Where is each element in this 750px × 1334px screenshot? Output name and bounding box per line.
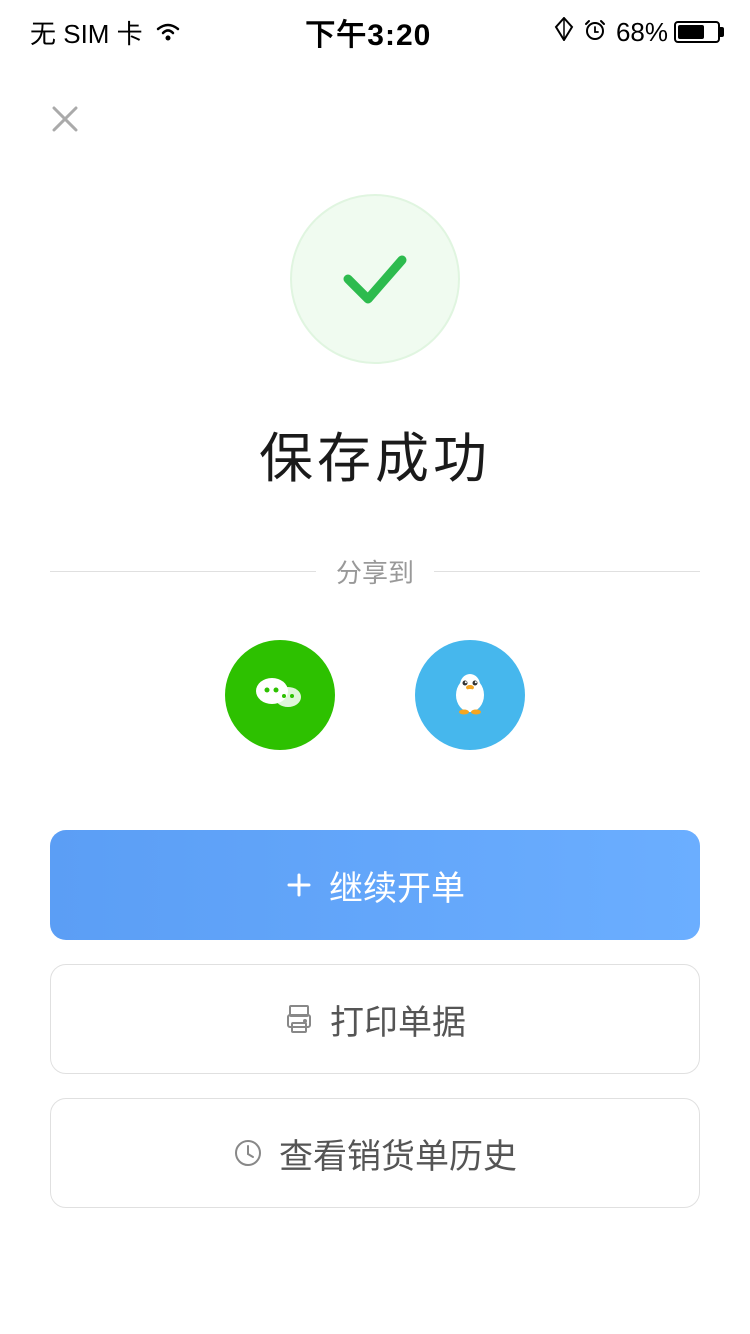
plus-icon <box>285 871 313 899</box>
main-content: 保存成功 分享到 <box>0 154 750 1268</box>
print-label: 打印单据 <box>330 995 466 1044</box>
status-right: 68% <box>554 17 720 48</box>
status-bar: 无 SIM 卡 下午3:20 68% <box>0 0 750 64</box>
divider-line-left <box>50 571 316 572</box>
location-icon <box>554 17 574 48</box>
success-checkmark-icon <box>330 232 420 327</box>
alarm-icon <box>584 17 606 48</box>
print-button[interactable]: 打印单据 <box>50 964 700 1074</box>
share-icons <box>50 640 700 750</box>
battery-percent: 68% <box>616 17 668 48</box>
history-label: 查看销货单历史 <box>279 1129 517 1178</box>
printer-icon <box>284 1004 314 1034</box>
share-qq-button[interactable] <box>415 640 525 750</box>
share-label: 分享到 <box>336 553 414 590</box>
share-divider: 分享到 <box>50 553 700 590</box>
share-section: 分享到 <box>50 553 700 750</box>
status-time: 下午3:20 <box>305 10 431 54</box>
history-button[interactable]: 查看销货单历史 <box>50 1098 700 1208</box>
carrier-label: 无 SIM 卡 <box>30 14 143 51</box>
buttons-section: 继续开单 打印单据 查看销货单 <box>50 830 700 1208</box>
share-wechat-button[interactable] <box>225 640 335 750</box>
wechat-icon <box>248 663 312 727</box>
battery: 68% <box>616 17 720 48</box>
clock-icon <box>233 1138 263 1168</box>
continue-button[interactable]: 继续开单 <box>50 830 700 940</box>
status-left: 无 SIM 卡 <box>30 14 183 51</box>
success-icon-wrap <box>290 194 460 364</box>
qq-icon <box>440 665 500 725</box>
success-title: 保存成功 <box>259 414 491 493</box>
wifi-icon <box>153 17 183 48</box>
battery-icon <box>674 21 720 43</box>
close-button[interactable] <box>40 94 90 144</box>
continue-label: 继续开单 <box>329 861 465 910</box>
divider-line-right <box>434 571 700 572</box>
close-btn-area <box>0 64 750 154</box>
